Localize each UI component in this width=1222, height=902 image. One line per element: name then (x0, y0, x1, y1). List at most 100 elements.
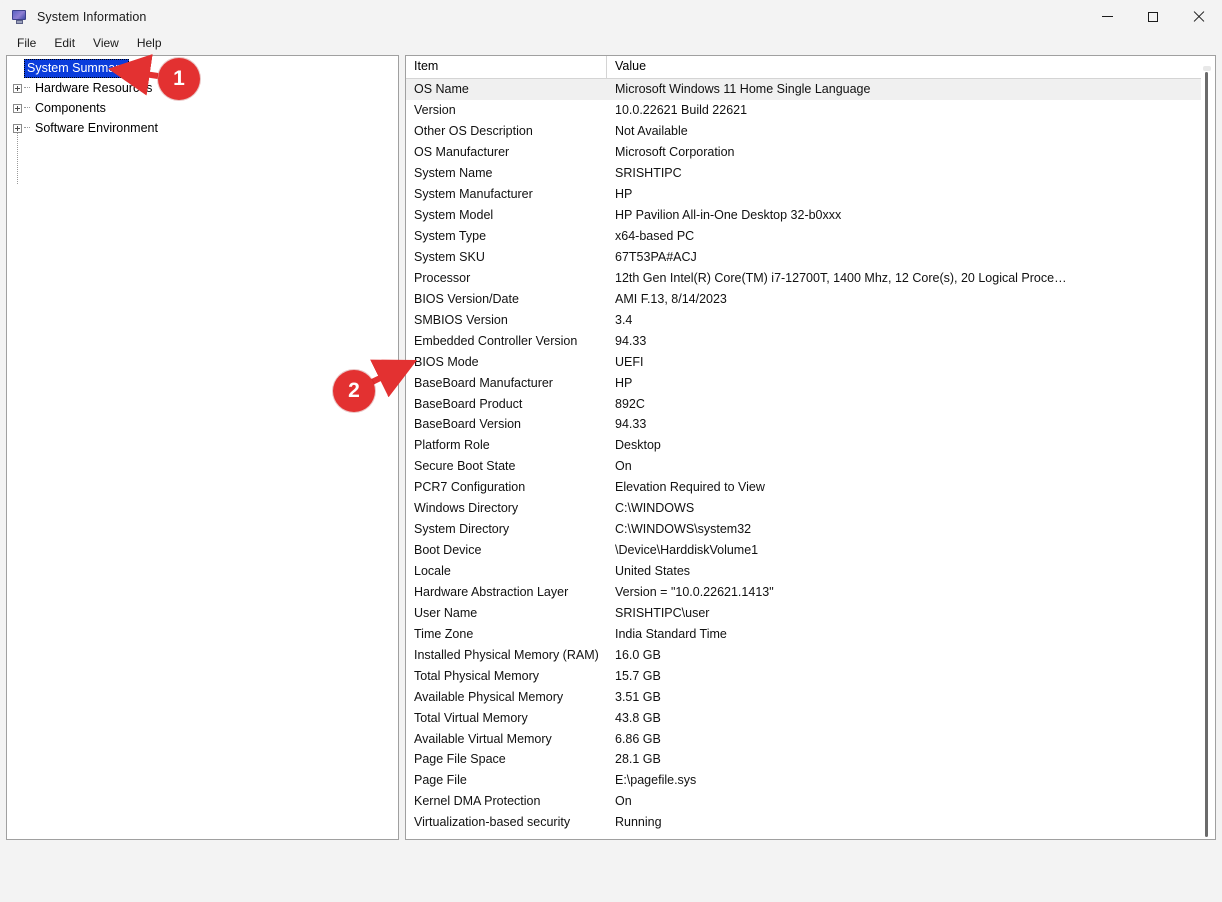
cell-value: x64-based PC (615, 229, 695, 244)
table-row[interactable]: BIOS Mode UEFI (406, 351, 1215, 372)
maximize-button[interactable] (1130, 0, 1176, 33)
tree-item-software-environment[interactable]: Software Environment (7, 118, 398, 138)
tree-item-components[interactable]: Components (7, 98, 398, 118)
cell-value: 12th Gen Intel(R) Core(TM) i7-12700T, 14… (615, 270, 1067, 285)
table-row[interactable]: Page File Space 28.1 GB (406, 749, 1215, 770)
table-row[interactable]: System Name SRISHTIPC (406, 163, 1215, 184)
menu-view[interactable]: View (85, 35, 127, 51)
cell-value: C:\WINDOWS (615, 501, 695, 516)
tree-item-label: Components (35, 100, 106, 115)
expand-plus-icon[interactable] (13, 123, 22, 133)
table-row[interactable]: Secure Boot State On (406, 456, 1215, 477)
annotation-badge-1: 1 (158, 58, 200, 100)
table-row[interactable]: Boot Device \Device\HarddiskVolume1 (406, 540, 1215, 561)
table-row[interactable]: Other OS Description Not Available (406, 121, 1215, 142)
table-row[interactable]: OS Manufacturer Microsoft Corporation (406, 142, 1215, 163)
cell-value: E:\pagefile.sys (615, 773, 697, 788)
table-row[interactable]: System Manufacturer HP (406, 184, 1215, 205)
details-scrollbar[interactable] (1201, 56, 1215, 839)
cell-item: User Name (414, 605, 478, 620)
table-row[interactable]: Page File E:\pagefile.sys (406, 770, 1215, 791)
cell-item: Embedded Controller Version (414, 333, 578, 348)
table-row[interactable]: BaseBoard Product 892C (406, 393, 1215, 414)
table-row[interactable]: Available Virtual Memory 6.86 GB (406, 728, 1215, 749)
cell-item: Available Virtual Memory (414, 731, 552, 746)
expand-plus-icon[interactable] (13, 103, 22, 113)
menu-bar: File Edit View Help (0, 33, 1222, 52)
cell-item: Time Zone (414, 626, 474, 641)
minimize-button[interactable] (1084, 0, 1130, 33)
cell-value: AMI F.13, 8/14/2023 (615, 291, 727, 306)
table-row[interactable]: Virtualization-based security Running (406, 812, 1215, 833)
cell-item: BIOS Mode (414, 354, 479, 369)
close-button[interactable] (1176, 0, 1222, 33)
menu-file[interactable]: File (9, 35, 44, 51)
cell-item: SMBIOS Version (414, 312, 508, 327)
table-row[interactable]: User Name SRISHTIPC\user (406, 602, 1215, 623)
tree-item-label: System Summary (24, 58, 129, 78)
table-row[interactable]: Kernel DMA Protection On (406, 791, 1215, 812)
table-row[interactable]: Locale United States (406, 561, 1215, 582)
cell-item: System Directory (414, 522, 510, 537)
cell-value: Version = "10.0.22621.1413" (615, 584, 774, 599)
table-row[interactable]: Platform Role Desktop (406, 435, 1215, 456)
table-row[interactable]: Time Zone India Standard Time (406, 623, 1215, 644)
table-row[interactable]: Windows Directory C:\WINDOWS (406, 498, 1215, 519)
cell-value: United States (615, 564, 691, 579)
cell-value: On (615, 794, 632, 809)
window-controls (1084, 0, 1222, 33)
menu-help[interactable]: Help (129, 35, 170, 51)
table-row[interactable]: Embedded Controller Version 94.33 (406, 330, 1215, 351)
scrollbar-track-cap (1203, 66, 1211, 71)
cell-item: Version (414, 103, 456, 118)
details-rows: OS Name Microsoft Windows 11 Home Single … (406, 79, 1215, 833)
cell-value: SRISHTIPC\user (615, 605, 710, 620)
table-row[interactable]: SMBIOS Version 3.4 (406, 309, 1215, 330)
cell-item: System SKU (414, 249, 485, 264)
cell-item: Page File Space (414, 752, 506, 767)
cell-value: 94.33 (615, 333, 647, 348)
minimize-icon (1101, 16, 1113, 17)
cell-value: HP (615, 187, 633, 202)
cell-item: BaseBoard Version (414, 417, 522, 432)
scrollbar-thumb[interactable] (1205, 72, 1208, 837)
cell-value: 43.8 GB (615, 710, 661, 725)
tree-item-hardware-resources[interactable]: Hardware Resources (7, 78, 398, 98)
table-row[interactable]: System Model HP Pavilion All-in-One Deskt… (406, 205, 1215, 226)
table-row[interactable]: System Directory C:\WINDOWS\system32 (406, 519, 1215, 540)
tree-item-system-summary[interactable]: System Summary (7, 58, 398, 78)
table-row[interactable]: System Type x64-based PC (406, 226, 1215, 247)
tree-elbow (24, 127, 30, 129)
cell-value: 3.51 GB (615, 689, 661, 704)
table-row[interactable]: Installed Physical Memory (RAM) 16.0 GB (406, 644, 1215, 665)
tree-elbow (24, 107, 30, 109)
table-row[interactable]: BIOS Version/Date AMI F.13, 8/14/2023 (406, 288, 1215, 309)
table-row[interactable]: Total Physical Memory 15.7 GB (406, 665, 1215, 686)
table-row[interactable]: Version 10.0.22621 Build 22621 (406, 100, 1215, 121)
column-header-item[interactable]: Item (406, 56, 607, 78)
menu-edit[interactable]: Edit (46, 35, 83, 51)
table-row[interactable]: Hardware Abstraction Layer Version = "10.… (406, 582, 1215, 603)
table-row[interactable]: System SKU 67T53PA#ACJ (406, 247, 1215, 268)
cell-value: Microsoft Windows 11 Home Single Languag… (615, 82, 871, 97)
table-row[interactable]: Processor 12th Gen Intel(R) Core(TM) i7-1… (406, 267, 1215, 288)
cell-item: Processor (414, 270, 471, 285)
cell-value: Desktop (615, 438, 661, 453)
table-row[interactable]: Available Physical Memory 3.51 GB (406, 686, 1215, 707)
cell-item: OS Manufacturer (414, 145, 510, 160)
cell-value: 3.4 (615, 312, 633, 327)
cell-item: System Type (414, 229, 487, 244)
cell-item: Secure Boot State (414, 459, 516, 474)
cell-value: HP (615, 375, 633, 390)
cell-item: Locale (414, 564, 451, 579)
table-row[interactable]: BaseBoard Version 94.33 (406, 414, 1215, 435)
cell-value: C:\WINDOWS\system32 (615, 522, 752, 537)
cell-value: SRISHTIPC (615, 166, 682, 181)
table-row[interactable]: Total Virtual Memory 43.8 GB (406, 707, 1215, 728)
table-row[interactable]: BaseBoard Manufacturer HP (406, 372, 1215, 393)
details-panel: Item Value OS Name Microsoft Windows 11 H… (405, 55, 1216, 840)
table-row[interactable]: PCR7 Configuration Elevation Required to … (406, 477, 1215, 498)
expand-plus-icon[interactable] (13, 83, 22, 93)
column-header-value[interactable]: Value (607, 56, 1215, 78)
table-row[interactable]: OS Name Microsoft Windows 11 Home Single … (406, 79, 1215, 100)
